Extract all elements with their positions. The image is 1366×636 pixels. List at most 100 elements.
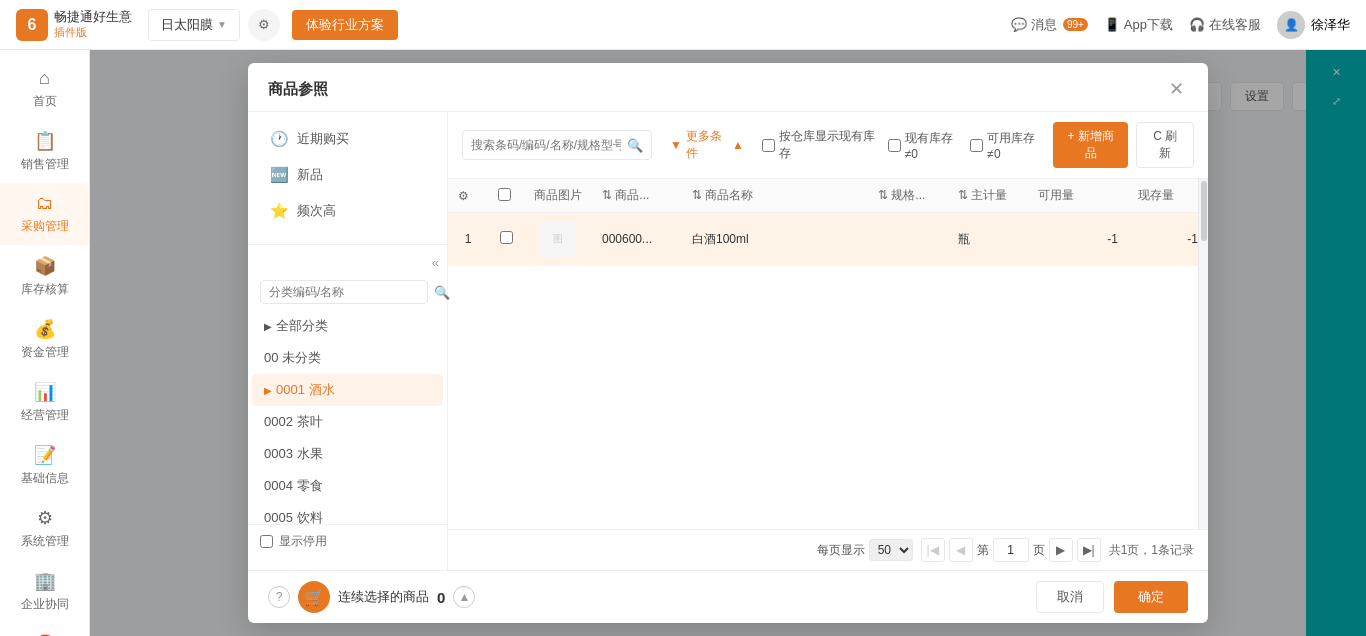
cell-name: 白酒100ml (682, 213, 868, 266)
page-label-end: 页 (1033, 542, 1045, 559)
warehouse-checkbox[interactable] (762, 139, 775, 152)
collapse-panel-btn[interactable]: « (248, 251, 447, 274)
online-service-btn[interactable]: 🎧 在线客服 (1189, 16, 1261, 34)
sidebar-item-home[interactable]: ⌂ 首页 (0, 58, 89, 120)
recent-purchase-label: 近期购买 (297, 130, 349, 148)
category-0005[interactable]: 0005 饮料 (252, 502, 443, 524)
app-download-btn[interactable]: 📱 App下载 (1104, 16, 1173, 34)
right-toolbar: 🔍 ▼ 更多条件 ▲ 按仓库显示现有库存 (448, 112, 1208, 179)
logo-text: 畅捷通好生意 插件版 (54, 9, 132, 41)
footer-collapse-btn[interactable]: ▲ (453, 586, 475, 608)
main-content: 查询 设置 刷新 ✕ ⤢ 商品参照 ✕ (90, 50, 1366, 636)
scrollbar-thumb[interactable] (1201, 181, 1207, 241)
cart-icon[interactable]: 🛒 (298, 581, 330, 613)
cell-stock: -1 (1128, 213, 1208, 266)
category-0004[interactable]: 0004 零食 (252, 470, 443, 502)
th-checkbox (488, 179, 524, 213)
prev-page-btn[interactable]: ◀ (949, 538, 973, 562)
sidebar-item-guide[interactable]: 🎯 新手引导 (0, 623, 89, 636)
modal: 商品参照 ✕ 🕐 近期购买 🆕 (248, 63, 1208, 623)
warehouse-checkbox-label[interactable]: 按仓库显示现有库存 (762, 128, 878, 162)
category-all[interactable]: ▶ 全部分类 (252, 310, 443, 342)
user-area[interactable]: 👤 徐泽华 (1277, 11, 1350, 39)
sidebar-label-home: 首页 (33, 93, 57, 110)
help-icon-btn[interactable]: ? (268, 586, 290, 608)
mobile-icon: 📱 (1104, 17, 1120, 32)
left-bottom: 显示停用 (248, 524, 447, 558)
sidebar-item-system[interactable]: ⚙ 系统管理 (0, 497, 89, 560)
headset-icon: 🎧 (1189, 17, 1205, 32)
cancel-button[interactable]: 取消 (1036, 581, 1104, 613)
sidebar-label-system: 系统管理 (21, 533, 69, 550)
available-checkbox-label[interactable]: 现有库存≠0 (888, 130, 961, 161)
show-disabled-label[interactable]: 显示停用 (260, 533, 435, 550)
th-avail[interactable]: 可用量 (1028, 179, 1128, 213)
product-search-input[interactable] (471, 138, 621, 152)
product-search-icon[interactable]: 🔍 (627, 138, 643, 153)
th-unit[interactable]: ⇅ 主计量 (948, 179, 1028, 213)
page-number-input[interactable] (993, 538, 1029, 562)
product-table: ⚙ 商品图片 ⇅ (448, 179, 1208, 266)
category-0003[interactable]: 0003 水果 (252, 438, 443, 470)
usable-checkbox-label[interactable]: 可用库存≠0 (970, 130, 1043, 161)
filter-more-btn[interactable]: ▼ 更多条件 ▲ (662, 124, 752, 166)
sidebar-item-finance[interactable]: 💰 资金管理 (0, 308, 89, 371)
first-page-btn[interactable]: |◀ (921, 538, 945, 562)
category-0002[interactable]: 0002 茶叶 (252, 406, 443, 438)
sidebar-item-sales[interactable]: 📋 销售管理 (0, 120, 89, 183)
category-all-arrow: ▶ (264, 321, 272, 332)
category-00[interactable]: 00 未分类 (252, 342, 443, 374)
new-items-label: 新品 (297, 166, 323, 184)
sidebar-label-enterprise: 企业协同 (21, 596, 69, 613)
recent-purchase-icon: 🕐 (270, 130, 289, 148)
messages-btn[interactable]: 💬 消息 99+ (1011, 16, 1088, 34)
table-row[interactable]: 1 图 000600... 白酒100ml (448, 213, 1208, 266)
sidebar-item-inventory[interactable]: 📦 库存核算 (0, 245, 89, 308)
recent-purchase-item[interactable]: 🕐 近期购买 (260, 122, 435, 156)
cell-img: 图 (524, 213, 592, 266)
nav-selector[interactable]: 日太阳膜 ▼ (148, 9, 240, 41)
th-code[interactable]: ⇅ 商品... (592, 179, 682, 213)
frequent-item[interactable]: ⭐ 频次高 (260, 194, 435, 228)
sidebar-label-operation: 经营管理 (21, 407, 69, 424)
trial-button[interactable]: 体验行业方案 (292, 10, 398, 40)
continuous-label: 连续选择的商品 (338, 588, 429, 606)
th-name[interactable]: ⇅ 商品名称 (682, 179, 868, 213)
basic-icon: 📝 (34, 444, 56, 466)
th-spec[interactable]: ⇅ 规格... (868, 179, 948, 213)
table-scrollbar[interactable] (1198, 179, 1208, 529)
sidebar-item-basic[interactable]: 📝 基础信息 (0, 434, 89, 497)
th-settings[interactable]: ⚙ (448, 179, 488, 213)
sidebar-item-purchase[interactable]: 🗂 采购管理 (0, 183, 89, 245)
frequent-icon: ⭐ (270, 202, 289, 220)
next-page-btn[interactable]: ▶ (1049, 538, 1073, 562)
refresh-button[interactable]: C 刷新 (1136, 122, 1194, 168)
cell-check[interactable] (488, 213, 524, 266)
category-0001[interactable]: ▶ 0001 酒水 (252, 374, 443, 406)
th-stock: 现存量 (1128, 179, 1208, 213)
available-checkbox[interactable] (888, 139, 901, 152)
category-search-input[interactable] (260, 280, 428, 304)
last-page-btn[interactable]: ▶| (1077, 538, 1101, 562)
show-disabled-checkbox[interactable] (260, 535, 273, 548)
gear-button[interactable]: ⚙ (248, 9, 280, 41)
sidebar-label-basic: 基础信息 (21, 470, 69, 487)
new-items-item[interactable]: 🆕 新品 (260, 158, 435, 192)
modal-close-button[interactable]: ✕ (1164, 77, 1188, 101)
enterprise-icon: 🏢 (34, 570, 56, 592)
sidebar-item-enterprise[interactable]: 🏢 企业协同 (0, 560, 89, 623)
add-product-button[interactable]: + 新增商品 (1053, 122, 1128, 168)
page-size-select: 每页显示 50 (817, 539, 913, 561)
usable-checkbox[interactable] (970, 139, 983, 152)
product-image: 图 (540, 221, 576, 257)
page-size-dropdown[interactable]: 50 (869, 539, 913, 561)
cell-unit: 瓶 (948, 213, 1028, 266)
select-all-checkbox[interactable] (498, 188, 511, 201)
category-0001-arrow: ▶ (264, 385, 272, 396)
right-panel: 🔍 ▼ 更多条件 ▲ 按仓库显示现有库存 (448, 112, 1208, 570)
toolbar-right: + 新增商品 C 刷新 (1053, 122, 1194, 168)
confirm-button[interactable]: 确定 (1114, 581, 1188, 613)
sidebar-item-operation[interactable]: 📊 经营管理 (0, 371, 89, 434)
left-top: 🕐 近期购买 🆕 新品 ⭐ 频次高 (248, 112, 447, 238)
row-checkbox[interactable] (500, 231, 513, 244)
